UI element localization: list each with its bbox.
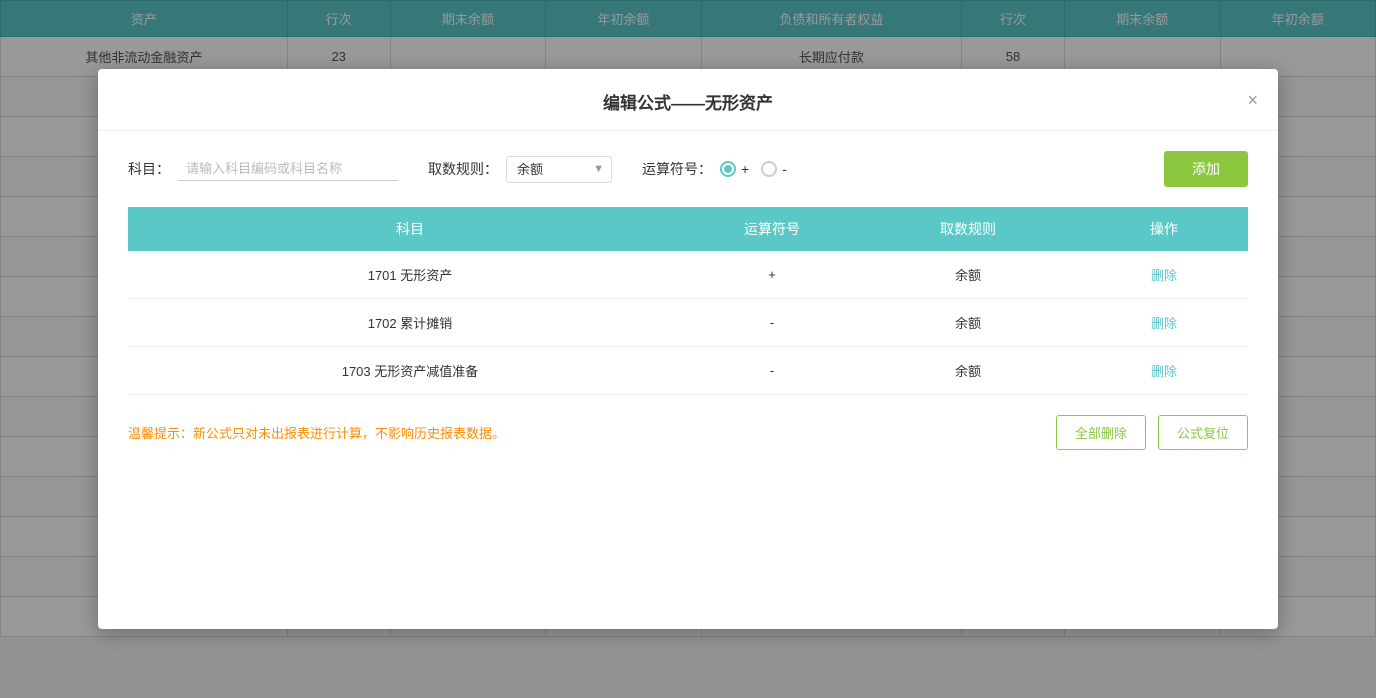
subject-form-group: 科目： <box>128 157 398 181</box>
formula-rule-cell: 余额 <box>856 347 1080 395</box>
delete-all-button[interactable]: 全部删除 <box>1056 415 1146 450</box>
delete-row-link[interactable]: 删除 <box>1151 268 1177 283</box>
formula-action-cell: 删除 <box>1080 251 1248 299</box>
formula-table-row: 1702 累计摊销-余额 删除 <box>128 299 1248 347</box>
th-rule: 取数规则 <box>856 207 1080 251</box>
formula-rule-cell: 余额 <box>856 299 1080 347</box>
formula-table-row: 1703 无形资产减值准备-余额 删除 <box>128 347 1248 395</box>
reset-button[interactable]: 公式复位 <box>1158 415 1248 450</box>
operator-minus-radio[interactable]: - <box>761 161 787 177</box>
delete-row-link[interactable]: 删除 <box>1151 316 1177 331</box>
th-action: 操作 <box>1080 207 1248 251</box>
formula-table-row: 1701 无形资产+余额 删除 <box>128 251 1248 299</box>
modal-close-button[interactable]: × <box>1247 91 1258 109</box>
modal-title: 编辑公式——无形资产 <box>603 94 773 113</box>
subject-input[interactable] <box>178 157 398 181</box>
formula-subject-cell: 1702 累计摊销 <box>128 299 688 347</box>
operator-radio-group: + - <box>720 161 787 177</box>
operator-minus-label: - <box>782 161 787 177</box>
formula-rule-cell: 余额 <box>856 251 1080 299</box>
formula-action-cell: 删除 <box>1080 299 1248 347</box>
formula-subject-cell: 1701 无形资产 <box>128 251 688 299</box>
add-button[interactable]: 添加 <box>1164 151 1248 187</box>
operator-plus-radio[interactable]: + <box>720 161 749 177</box>
formula-table: 科目 运算符号 取数规则 操作 1701 无形资产+余额删除1702 累计摊销-… <box>128 207 1248 395</box>
modal-footer: 温馨提示：新公式只对未出报表进行计算，不影响历史报表数据。 全部删除 公式复位 <box>98 395 1278 460</box>
delete-row-link[interactable]: 删除 <box>1151 364 1177 379</box>
hint-text: 温馨提示：新公式只对未出报表进行计算，不影响历史报表数据。 <box>128 423 505 442</box>
rule-form-group: 取数规则： 余额 借方 贷方 借方发生额 贷方发生额 ▼ <box>428 156 612 183</box>
formula-operator-cell: - <box>688 299 856 347</box>
operator-plus-radio-circle <box>720 161 736 177</box>
formula-action-cell: 删除 <box>1080 347 1248 395</box>
th-operator: 运算符号 <box>688 207 856 251</box>
footer-buttons: 全部删除 公式复位 <box>1056 415 1248 450</box>
operator-minus-radio-circle <box>761 161 777 177</box>
subject-label: 科目： <box>128 159 170 179</box>
rule-select[interactable]: 余额 借方 贷方 借方发生额 贷方发生额 <box>506 156 612 183</box>
modal-header: 编辑公式——无形资产 × <box>98 69 1278 131</box>
th-subject: 科目 <box>128 207 688 251</box>
formula-operator-cell: - <box>688 347 856 395</box>
formula-subject-cell: 1703 无形资产减值准备 <box>128 347 688 395</box>
modal-dialog: 编辑公式——无形资产 × 科目： 取数规则： 余额 借方 贷方 借方发生额 贷方… <box>98 69 1278 629</box>
rule-label: 取数规则： <box>428 159 498 179</box>
formula-operator-cell: + <box>688 251 856 299</box>
formula-table-wrapper: 科目 运算符号 取数规则 操作 1701 无形资产+余额删除1702 累计摊销-… <box>128 207 1248 395</box>
operator-form-group: 运算符号： + - <box>642 159 787 179</box>
rule-select-wrapper: 余额 借方 贷方 借方发生额 贷方发生额 ▼ <box>506 156 612 183</box>
modal-form-row: 科目： 取数规则： 余额 借方 贷方 借方发生额 贷方发生额 ▼ 运算 <box>98 131 1278 207</box>
operator-plus-label: + <box>741 161 749 177</box>
modal-overlay: 编辑公式——无形资产 × 科目： 取数规则： 余额 借方 贷方 借方发生额 贷方… <box>0 0 1376 698</box>
operator-label: 运算符号： <box>642 159 712 179</box>
